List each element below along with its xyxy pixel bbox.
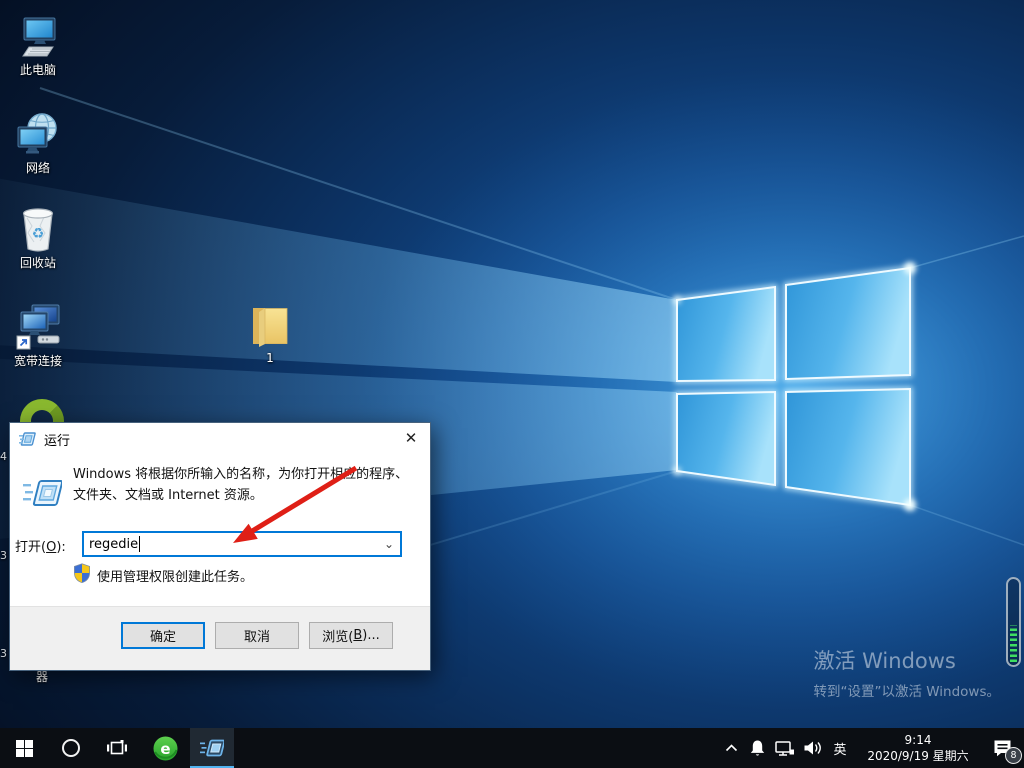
run-description-line2: 文件夹、文档或 Internet 资源。 (73, 485, 421, 506)
language-label: 英 (833, 739, 846, 758)
hidden-icon-label-fragment: 3 (0, 549, 7, 562)
run-description-line1: Windows 将根据你所输入的名称，为你打开相应的程序、 (73, 464, 421, 485)
cancel-button[interactable]: 取消 (215, 622, 299, 649)
run-description: Windows 将根据你所输入的名称，为你打开相应的程序、 文件夹、文档或 In… (73, 464, 421, 507)
dialog-title: 运行 (44, 430, 70, 449)
run-dialog-titlebar[interactable]: 运行 ✕ (10, 423, 430, 455)
run-dialog: 运行 ✕ Windows 将根据你所输入的名称，为你打开相应的程序、 文件夹、文… (9, 422, 431, 671)
taskbar: e (0, 728, 1024, 768)
tray-network-button[interactable] (770, 728, 798, 768)
network-icon (775, 740, 794, 757)
folder-icon (232, 300, 308, 348)
task-view-icon (107, 740, 127, 756)
clock-time: 9:14 (867, 732, 968, 748)
chevron-up-icon (725, 744, 738, 752)
admin-privileges-note: 使用管理权限创建此任务。 (97, 566, 253, 585)
browser-360-button[interactable]: e (140, 728, 190, 768)
desktop-icon-network[interactable]: 网络 (0, 110, 76, 175)
recycle-bin-icon: ♻ (0, 205, 76, 253)
tray-clock[interactable]: 9:14 2020/9/19 星期六 (854, 728, 982, 768)
tray-show-hidden-button[interactable] (718, 728, 744, 768)
desktop-icon-label: 回收站 (0, 257, 76, 270)
svg-text:e: e (160, 740, 170, 758)
this-pc-icon (0, 12, 76, 60)
input-value: regedie (89, 537, 138, 552)
start-icon (16, 740, 33, 757)
tray-language-indicator[interactable]: 英 (826, 728, 854, 768)
start-button[interactable] (0, 728, 48, 768)
bell-icon (749, 739, 766, 757)
volume-level-gauge (1006, 577, 1021, 667)
watermark-title: 激活 Windows (813, 645, 1000, 675)
watermark-subtitle: 转到“设置”以激活 Windows。 (813, 680, 1000, 700)
task-view-button[interactable] (94, 728, 140, 768)
desktop-icon-label: 1 (232, 352, 308, 365)
search-icon (61, 738, 81, 758)
hidden-icon-label-fragment: 4 (0, 450, 7, 463)
desktop-icon-label: 此电脑 (0, 64, 76, 77)
close-icon[interactable]: ✕ (394, 423, 428, 453)
action-center-button[interactable]: 8 (982, 728, 1024, 768)
run-command-input[interactable]: regedie ⌄ (82, 531, 402, 557)
desktop: 此电脑 网络 ♻ (0, 0, 1024, 768)
clock-date: 2020/9/19 星期六 (867, 748, 968, 764)
activate-windows-watermark: 激活 Windows 转到“设置”以激活 Windows。 (813, 645, 1000, 700)
tray-notification-bell[interactable] (744, 728, 770, 768)
chevron-down-icon[interactable]: ⌄ (384, 537, 394, 551)
run-flying-window-icon (22, 479, 62, 509)
hidden-icon-label-fragment: 3 (0, 647, 7, 660)
taskbar-run-app-button[interactable] (190, 728, 234, 768)
ok-button[interactable]: 确定 (121, 622, 205, 649)
desktop-icon-recycle-bin[interactable]: ♻ 回收站 (0, 205, 76, 270)
network-icon (0, 110, 76, 158)
desktop-icon-label: 宽带连接 (0, 355, 76, 368)
desktop-icon-folder-1[interactable]: 1 (232, 300, 308, 365)
hidden-green-app-icon[interactable] (17, 399, 67, 422)
run-app-icon (200, 739, 224, 758)
speaker-icon (803, 740, 822, 756)
notification-count-badge: 8 (1005, 747, 1022, 764)
desktop-icon-label: 网络 (0, 162, 76, 175)
open-label: 打开(O): (15, 536, 66, 555)
uac-shield-icon (73, 563, 91, 583)
browser-360-icon: e (152, 735, 179, 762)
search-button[interactable] (48, 728, 94, 768)
dialog-footer: 确定 取消 浏览(B)... (10, 606, 430, 670)
tray-volume-button[interactable] (798, 728, 826, 768)
desktop-icon-broadband[interactable]: 宽带连接 (0, 303, 76, 368)
broadband-connection-icon (0, 303, 76, 351)
svg-text:♻: ♻ (32, 226, 45, 242)
gauge-fill (1010, 625, 1017, 662)
desktop-icon-this-pc[interactable]: 此电脑 (0, 12, 76, 77)
run-icon (19, 432, 36, 447)
browse-button[interactable]: 浏览(B)... (309, 622, 393, 649)
text-caret (139, 536, 140, 552)
